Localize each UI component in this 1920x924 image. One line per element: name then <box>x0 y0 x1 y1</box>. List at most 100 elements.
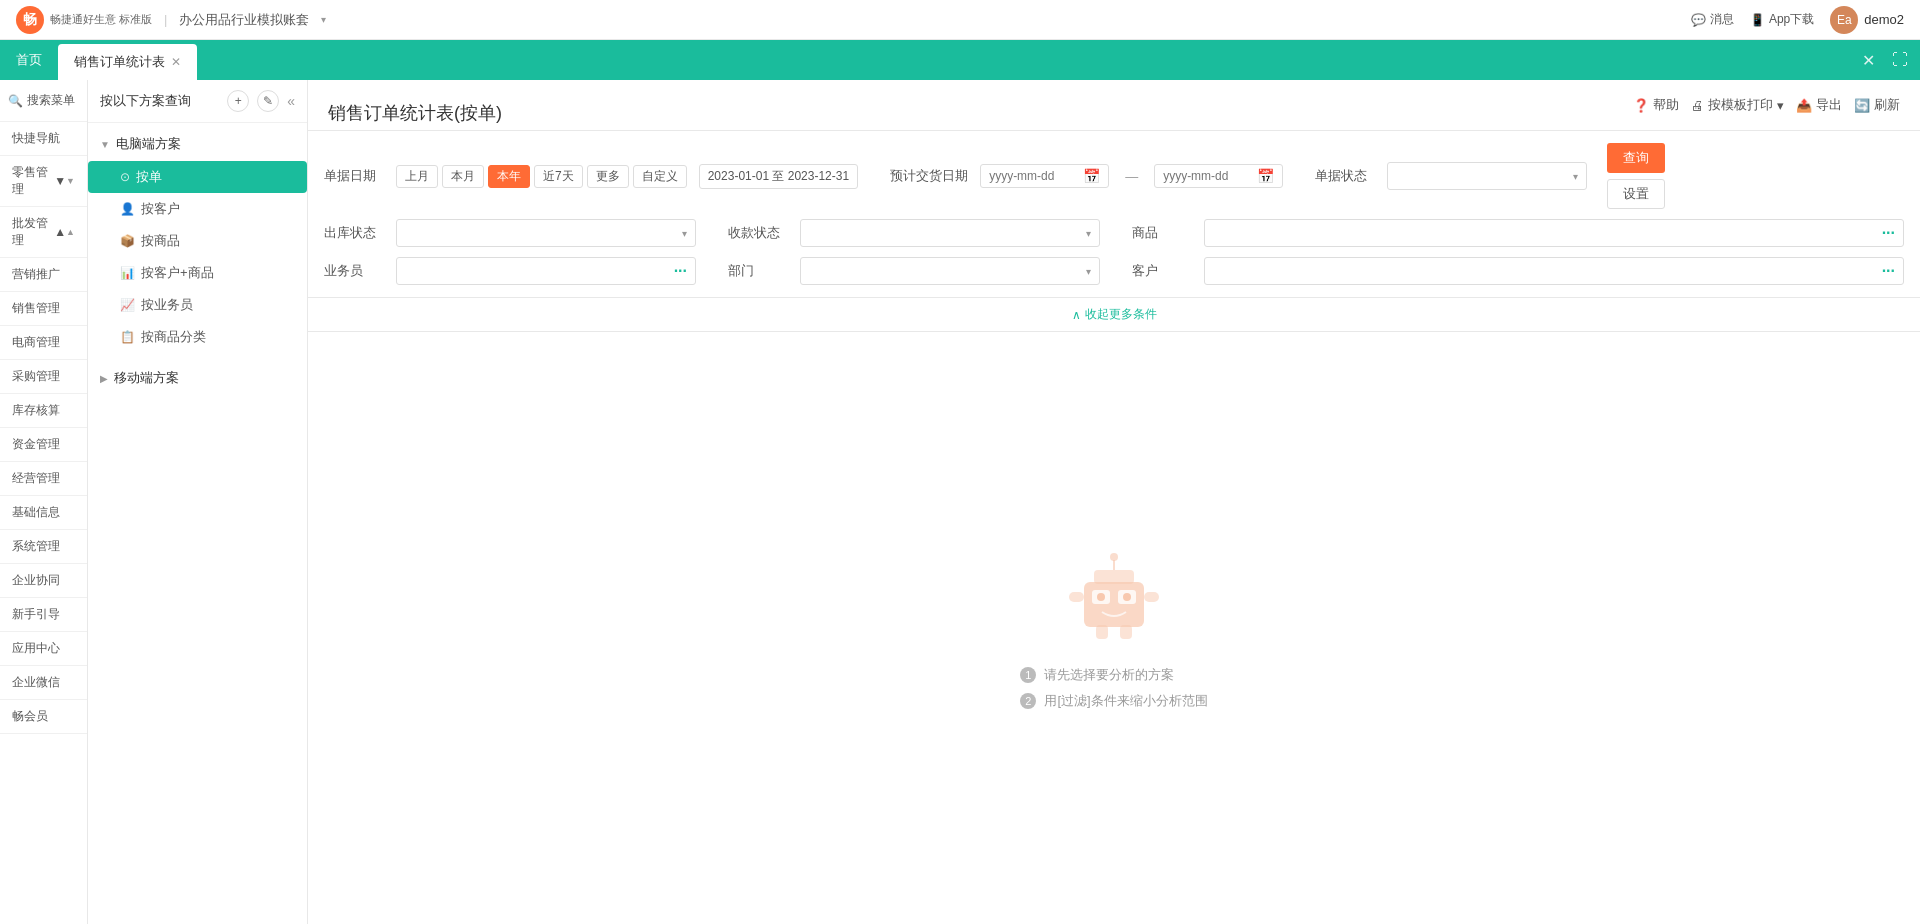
status-select[interactable]: ▾ <box>1387 162 1587 190</box>
scheme-item-by-order-label: 按单 <box>136 168 162 186</box>
sidebar-item-inventory[interactable]: 库存核算 <box>0 394 87 428</box>
scheme-panel: 按以下方案查询 + ✎ « ▼ 电脑端方案 ⊙ 按单 <box>88 80 308 924</box>
customer-select[interactable]: ··· <box>1204 257 1904 285</box>
expected-date-start-input[interactable] <box>989 169 1079 183</box>
sidebar-item-sales[interactable]: 销售管理 <box>0 292 87 326</box>
logo-text: 畅捷通好生意 标准版 <box>50 13 152 26</box>
date-shortcut-custom[interactable]: 自定义 <box>633 165 687 188</box>
refresh-action[interactable]: 🔄 刷新 <box>1854 96 1900 114</box>
sidebar-item-purchase[interactable]: 采购管理 <box>0 360 87 394</box>
sidebar-item-ecommerce[interactable]: 电商管理 <box>0 326 87 360</box>
salesperson-select[interactable]: ··· <box>396 257 696 285</box>
tab-sales-stat[interactable]: 销售订单统计表 ✕ <box>58 44 197 80</box>
export-action[interactable]: 📤 导出 <box>1796 96 1842 114</box>
message-action[interactable]: 💬 消息 <box>1691 11 1734 28</box>
tab-home[interactable]: 首页 <box>0 40 58 80</box>
scheme-item-by-order[interactable]: ⊙ 按单 <box>88 161 307 193</box>
receipt-status-select-arrow: ▾ <box>1086 228 1091 239</box>
query-btn[interactable]: 查询 <box>1607 143 1665 173</box>
quick-nav[interactable]: 快捷导航 <box>0 122 87 156</box>
scheme-item-by-category[interactable]: 📋 按商品分类 <box>88 321 307 353</box>
top-bar-right: 💬 消息 📱 App下载 Ea demo2 <box>1691 6 1904 34</box>
sidebar-item-basic-info[interactable]: 基础信息 <box>0 496 87 530</box>
scheme-item-by-salesperson-label: 按业务员 <box>141 296 193 314</box>
tab-sales-stat-label: 销售订单统计表 <box>74 53 165 71</box>
expected-date-end-group[interactable]: 📅 <box>1154 164 1283 188</box>
sidebar-item-wholesale[interactable]: 批发管理 ▲ <box>0 207 87 258</box>
scheme-section-mobile-title[interactable]: ▶ 移动端方案 <box>88 361 307 395</box>
date-shortcut-7days[interactable]: 近7天 <box>534 165 583 188</box>
out-status-select[interactable]: ▾ <box>396 219 696 247</box>
scheme-header: 按以下方案查询 + ✎ « <box>88 80 307 123</box>
sidebar-item-newuser-label: 新手引导 <box>12 606 60 623</box>
calendar-start-icon[interactable]: 📅 <box>1083 168 1100 184</box>
collapse-bar[interactable]: ∧ 收起更多条件 <box>308 298 1920 332</box>
help-icon: ❓ <box>1633 98 1649 113</box>
query-buttons: 查询 设置 <box>1607 143 1665 209</box>
goods-ellipsis-icon[interactable]: ··· <box>1882 224 1895 242</box>
scheme-item-by-customer[interactable]: 👤 按客户 <box>88 193 307 225</box>
scheme-collapse-btn[interactable]: « <box>287 93 295 109</box>
sidebar-search[interactable]: 🔍 搜索菜单 <box>0 80 87 122</box>
app-download-action[interactable]: 📱 App下载 <box>1750 11 1814 28</box>
settings-btn[interactable]: 设置 <box>1607 179 1665 209</box>
app-title-dropdown-icon[interactable]: ▾ <box>321 14 326 25</box>
page-actions: ❓ 帮助 🖨 按模板打印 ▾ 📤 导出 🔄 <box>1633 96 1900 130</box>
sidebar-item-marketing-label: 营销推广 <box>12 266 60 283</box>
filter-row-1: 单据日期 上月 本月 本年 近7天 更多 自定义 2023-01-01 至 20… <box>324 143 1904 209</box>
goods-select[interactable]: ··· <box>1204 219 1904 247</box>
sidebar-item-finance[interactable]: 资金管理 <box>0 428 87 462</box>
expected-date-end-input[interactable] <box>1163 169 1253 183</box>
user-area[interactable]: Ea demo2 <box>1830 6 1904 34</box>
help-action[interactable]: ❓ 帮助 <box>1633 96 1679 114</box>
receipt-status-select[interactable]: ▾ <box>800 219 1100 247</box>
refresh-label: 刷新 <box>1874 96 1900 114</box>
sidebar-item-newuser[interactable]: 新手引导 <box>0 598 87 632</box>
customer-ellipsis-icon[interactable]: ··· <box>1882 262 1895 280</box>
sidebar-item-appcenter[interactable]: 应用中心 <box>0 632 87 666</box>
export-label: 导出 <box>1816 96 1842 114</box>
sidebar-item-system[interactable]: 系统管理 <box>0 530 87 564</box>
export-icon: 📤 <box>1796 98 1812 113</box>
tab-maximize-icon[interactable]: ⛶ <box>1888 48 1912 72</box>
top-bar: 畅 畅捷通好生意 标准版 | 办公用品行业模拟账套 ▾ 💬 消息 📱 App下载… <box>0 0 1920 40</box>
print-action[interactable]: 🖨 按模板打印 ▾ <box>1691 96 1784 114</box>
sidebar-item-purchase-label: 采购管理 <box>12 368 60 385</box>
scheme-item-by-customer-goods[interactable]: 📊 按客户+商品 <box>88 257 307 289</box>
sidebar-item-wechat[interactable]: 企业微信 <box>0 666 87 700</box>
tip-item-2: 2 用[过滤]条件来缩小分析范围 <box>1020 688 1207 714</box>
tab-bar-right: ✕ ⛶ <box>1856 48 1912 72</box>
sidebar-item-retail-arrow: ▼ <box>54 174 66 188</box>
right-content: 销售订单统计表(按单) ❓ 帮助 🖨 按模板打印 ▾ 📤 <box>308 80 1920 924</box>
scheme-item-by-salesperson[interactable]: 📈 按业务员 <box>88 289 307 321</box>
tab-close-icon[interactable]: ✕ <box>171 55 181 69</box>
department-select[interactable]: ▾ <box>800 257 1100 285</box>
date-shortcut-this-year[interactable]: 本年 <box>488 165 530 188</box>
salesperson-ellipsis-icon[interactable]: ··· <box>674 262 687 280</box>
sidebar-item-collaboration[interactable]: 企业协同 <box>0 564 87 598</box>
date-shortcut-this-month[interactable]: 本月 <box>442 165 484 188</box>
date-shortcut-last-month[interactable]: 上月 <box>396 165 438 188</box>
expected-date-start-group[interactable]: 📅 <box>980 164 1109 188</box>
tip-text-1: 请先选择要分析的方案 <box>1044 662 1174 688</box>
sidebar-item-inventory-label: 库存核算 <box>12 402 60 419</box>
sidebar-item-basic-info-label: 基础信息 <box>12 504 60 521</box>
tab-bar: 首页 销售订单统计表 ✕ ✕ ⛶ <box>0 40 1920 80</box>
scheme-section-mobile-label: 移动端方案 <box>114 369 179 387</box>
message-label: 消息 <box>1710 11 1734 28</box>
svg-rect-11 <box>1120 625 1132 639</box>
sidebar-item-finance-label: 资金管理 <box>12 436 60 453</box>
calendar-end-icon[interactable]: 📅 <box>1257 168 1274 184</box>
sidebar-item-retail[interactable]: 零售管理 ▼ <box>0 156 87 207</box>
tip-number-1: 1 <box>1020 667 1036 683</box>
tab-close-window-icon[interactable]: ✕ <box>1856 48 1880 72</box>
scheme-section-desktop-title[interactable]: ▼ 电脑端方案 <box>88 127 307 161</box>
logo-area: 畅 畅捷通好生意 标准版 <box>16 6 152 34</box>
scheme-add-btn[interactable]: + <box>227 90 249 112</box>
sidebar-item-operations[interactable]: 经营管理 <box>0 462 87 496</box>
sidebar-item-marketing[interactable]: 营销推广 <box>0 258 87 292</box>
scheme-edit-btn[interactable]: ✎ <box>257 90 279 112</box>
scheme-item-by-goods[interactable]: 📦 按商品 <box>88 225 307 257</box>
date-shortcut-more[interactable]: 更多 <box>587 165 629 188</box>
sidebar-item-membership[interactable]: 畅会员 <box>0 700 87 734</box>
